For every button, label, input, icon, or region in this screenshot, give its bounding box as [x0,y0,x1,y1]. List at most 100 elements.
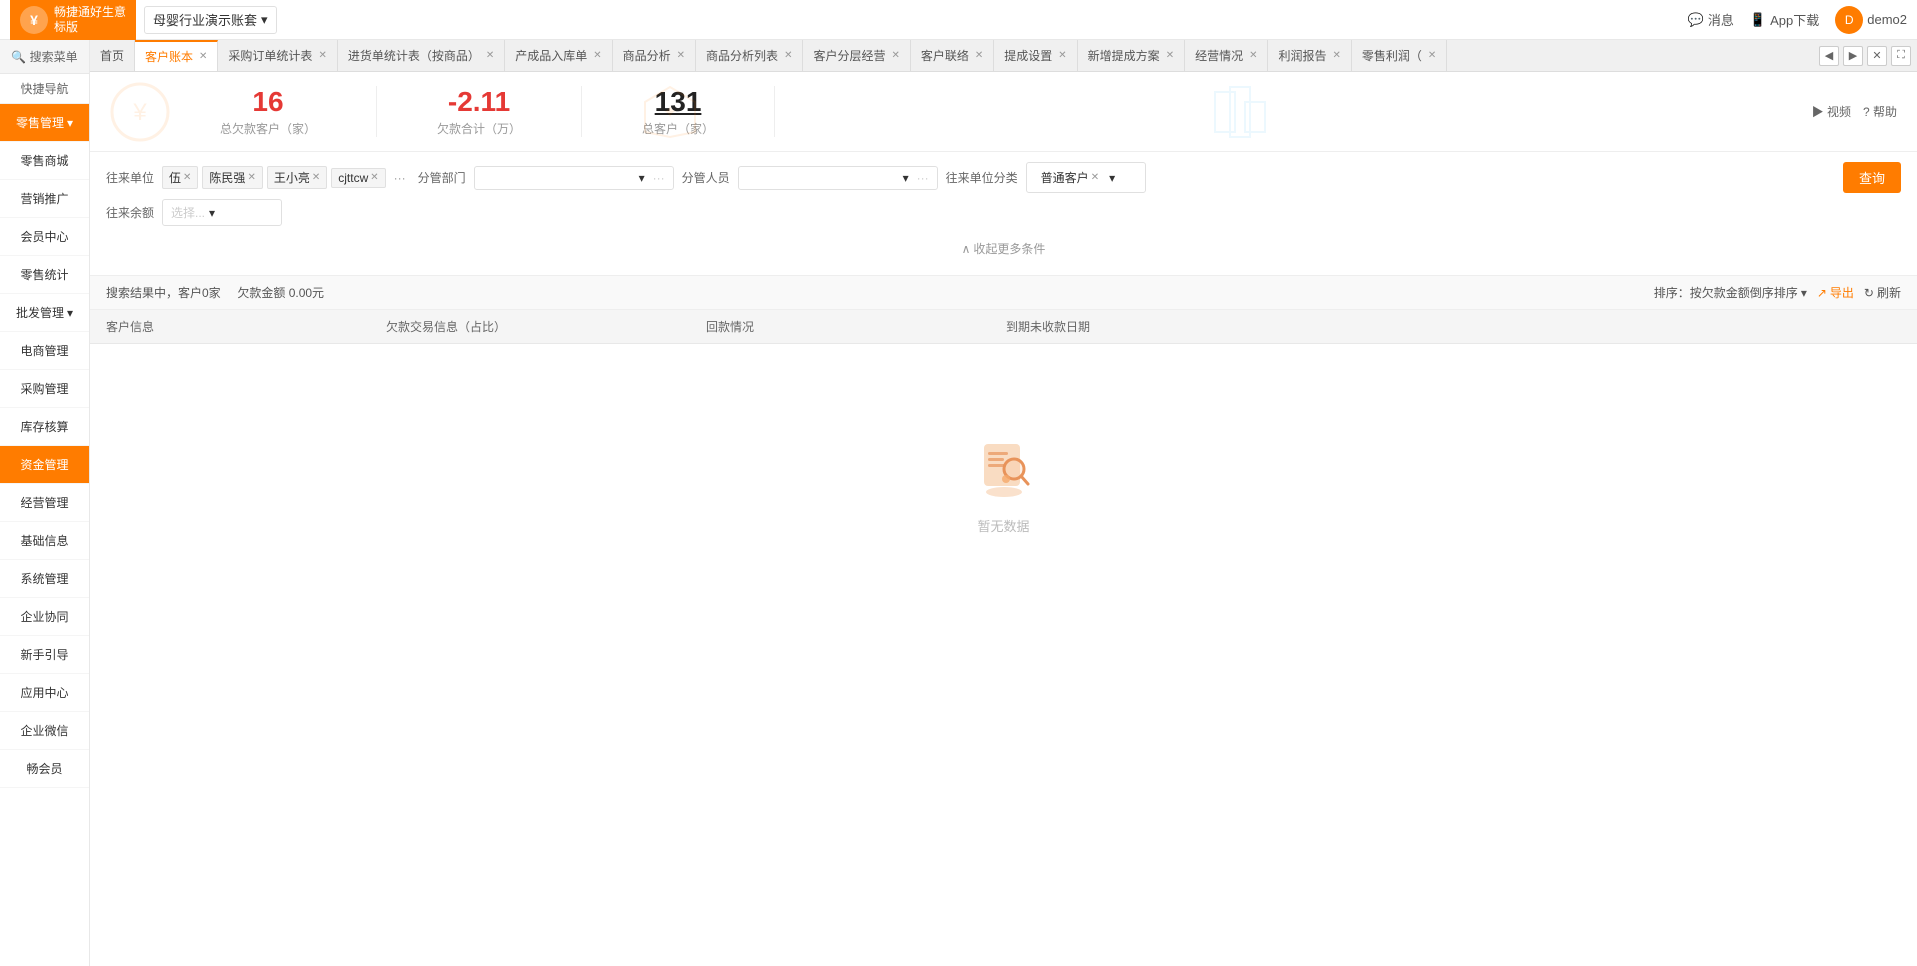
query-btn[interactable]: 查询 [1843,162,1901,193]
stat-customers-value: 16 [252,86,283,118]
sidebar-item-wholesale[interactable]: 批发管理 ▾ [0,294,89,332]
sidebar-item-inventory[interactable]: 库存核算 [0,408,89,446]
sidebar-item-member2[interactable]: 畅会员 [0,750,89,788]
message-icon: 💬 [1688,12,1704,28]
tag-close-2[interactable]: ✕ [312,172,320,183]
tab-close-icon[interactable]: ✕ [1058,50,1066,61]
tab-close-icon[interactable]: ✕ [1166,50,1174,61]
tab-customer-contact[interactable]: 客户联络 ✕ [911,40,994,71]
chevron-down-icon: ▾ [1109,171,1115,185]
tab-close-icon[interactable]: ✕ [784,50,792,61]
sidebar-item-newbie[interactable]: 新手引导 [0,636,89,674]
logo-area[interactable]: ¥ 畅捷通好生意 标版 [10,0,136,40]
tab-purchase-order[interactable]: 采购订单统计表 ✕ [218,40,337,71]
tab-close-icon[interactable]: ✕ [593,50,601,61]
tab-close-icon[interactable]: ✕ [486,50,494,61]
table-area: 客户信息 欠款交易信息（占比） 回款情况 到期未收款日期 [90,310,1917,966]
top-bar: ¥ 畅捷通好生意 标版 母婴行业演示账套 ▾ 💬 消息 📱 App下载 D de… [0,0,1917,40]
sidebar-quick-nav[interactable]: 快捷导航 [0,74,89,104]
sidebar: 🔍 搜索菜单 快捷导航 零售管理 ▾ 零售商城 营销推广 会员中心 零售统计 批… [0,40,90,966]
tab-close-icon[interactable]: ✕ [1428,50,1436,61]
download-icon: 📱 [1750,12,1766,28]
version-select[interactable]: 母婴行业演示账套 ▾ [144,6,277,34]
result-sort[interactable]: 排序：按欠款金额倒序排序 ▾ [1654,284,1807,301]
tab-close-icon[interactable]: ✕ [199,51,207,62]
sidebar-item-retail-mall[interactable]: 零售商城 [0,142,89,180]
app-download-btn[interactable]: 📱 App下载 [1750,10,1819,29]
tab-customer-ledger[interactable]: 客户账本 ✕ [135,40,218,71]
sidebar-item-member[interactable]: 会员中心 [0,218,89,256]
stat-total-customers: 16 总欠款客户（家） [110,86,377,137]
tab-close-icon[interactable]: ✕ [1249,50,1257,61]
stat-debt: -2.11 欠款合计（万） [377,86,582,137]
sidebar-item-operations[interactable]: 经营管理 [0,484,89,522]
filter-more-btn[interactable]: ··· [390,169,410,187]
tab-retail-profit[interactable]: 零售利润（ ✕ [1352,40,1447,71]
col-customer-info: 客户信息 [106,318,386,335]
export-btn[interactable]: ↗ 导出 [1817,284,1854,301]
sidebar-item-wechat[interactable]: 企业微信 [0,712,89,750]
sidebar-item-basic-info[interactable]: 基础信息 [0,522,89,560]
top-bar-left: ¥ 畅捷通好生意 标版 母婴行业演示账套 ▾ [0,0,277,40]
filter-dept-dropdown[interactable]: ▾ ··· [474,166,674,190]
stat-total-all: 131 总客户（家） [582,86,775,137]
tab-close-icon[interactable]: ✕ [1333,50,1341,61]
unit-type-tag-close[interactable]: ✕ [1091,172,1099,183]
tab-close-icon[interactable]: ✕ [891,50,899,61]
sidebar-search[interactable]: 🔍 搜索菜单 [0,40,89,74]
filter-clear-icon[interactable]: ··· [653,171,665,185]
sort-label: 排序：按欠款金额倒序排序 [1654,284,1798,301]
sidebar-item-finance[interactable]: 资金管理 [0,446,89,484]
tab-profit-report[interactable]: 利润报告 ✕ [1268,40,1351,71]
stats-bar: ¥ ✦ 16 总欠款客户（家） [90,72,1917,152]
sidebar-item-marketing[interactable]: 营销推广 [0,180,89,218]
sidebar-item-retail[interactable]: 零售管理 ▾ [0,104,89,142]
tab-customer-layer[interactable]: 客户分层经营 ✕ [803,40,910,71]
user-btn[interactable]: D demo2 [1835,6,1907,34]
help-btn[interactable]: ? 帮助 [1863,103,1897,120]
filter-unit-type-dropdown[interactable]: 普通客户 ✕ ▾ [1026,162,1146,193]
filter-person-dropdown[interactable]: ▾ ··· [738,166,938,190]
sidebar-item-system[interactable]: 系统管理 [0,560,89,598]
empty-text: 暂无数据 [977,516,1029,535]
filter-area: 往来单位 伍 ✕ 陈民强 ✕ 王小亮 ✕ cjttcw [90,152,1917,276]
tab-product-in[interactable]: 产成品入库单 ✕ [505,40,612,71]
tab-goods-stats[interactable]: 进货单统计表（按商品） ✕ [338,40,505,71]
empty-icon [964,424,1044,504]
tab-commission-settings[interactable]: 提成设置 ✕ [994,40,1077,71]
tab-new-commission[interactable]: 新增提成方案 ✕ [1078,40,1185,71]
refresh-btn[interactable]: ↻ 刷新 [1864,284,1901,301]
filter-tag-0: 伍 ✕ [162,166,198,189]
tab-close-all-btn[interactable]: ✕ [1867,46,1887,66]
filter-row-1: 往来单位 伍 ✕ 陈民强 ✕ 王小亮 ✕ cjttcw [106,162,1901,193]
tab-close-icon[interactable]: ✕ [975,50,983,61]
tab-prev-btn[interactable]: ◀ [1819,46,1839,66]
filter-tags-unit: 伍 ✕ 陈民强 ✕ 王小亮 ✕ cjttcw ✕ ··· [162,166,410,189]
sidebar-item-purchase[interactable]: 采购管理 [0,370,89,408]
video-btn[interactable]: ▶ 视频 [1812,103,1851,120]
filter-balance-select[interactable]: 选择... ▾ [162,199,282,226]
tag-close-1[interactable]: ✕ [247,172,255,183]
filter-label-balance: 往来余额 [106,204,154,221]
tab-product-analysis[interactable]: 商品分析 ✕ [613,40,696,71]
tab-close-icon[interactable]: ✕ [318,50,326,61]
tab-bar: 首页 客户账本 ✕ 采购订单统计表 ✕ 进货单统计表（按商品） ✕ 产成品入库单… [90,40,1917,72]
sidebar-item-enterprise[interactable]: 企业协同 [0,598,89,636]
tab-next-btn[interactable]: ▶ [1843,46,1863,66]
tab-expand-btn[interactable]: ⛶ [1891,46,1911,66]
tab-close-icon[interactable]: ✕ [677,50,685,61]
col-debt-info: 欠款交易信息（占比） [386,318,706,335]
filter-clear-icon[interactable]: ··· [917,171,929,185]
messages-btn[interactable]: 💬 消息 [1688,10,1734,29]
sidebar-item-retail-stats[interactable]: 零售统计 [0,256,89,294]
tab-business-status[interactable]: 经营情况 ✕ [1185,40,1268,71]
tab-product-analysis-list[interactable]: 商品分析列表 ✕ [696,40,803,71]
tag-close-0[interactable]: ✕ [183,172,191,183]
tag-close-3[interactable]: ✕ [370,172,378,183]
stat-debt-value: -2.11 [448,86,510,118]
tab-home[interactable]: 首页 [90,40,135,71]
filter-row-2: 往来余额 选择... ▾ [106,199,1901,226]
collapse-btn[interactable]: ∧ 收起更多条件 [954,236,1054,261]
sidebar-item-ecommerce[interactable]: 电商管理 [0,332,89,370]
sidebar-item-app-center[interactable]: 应用中心 [0,674,89,712]
